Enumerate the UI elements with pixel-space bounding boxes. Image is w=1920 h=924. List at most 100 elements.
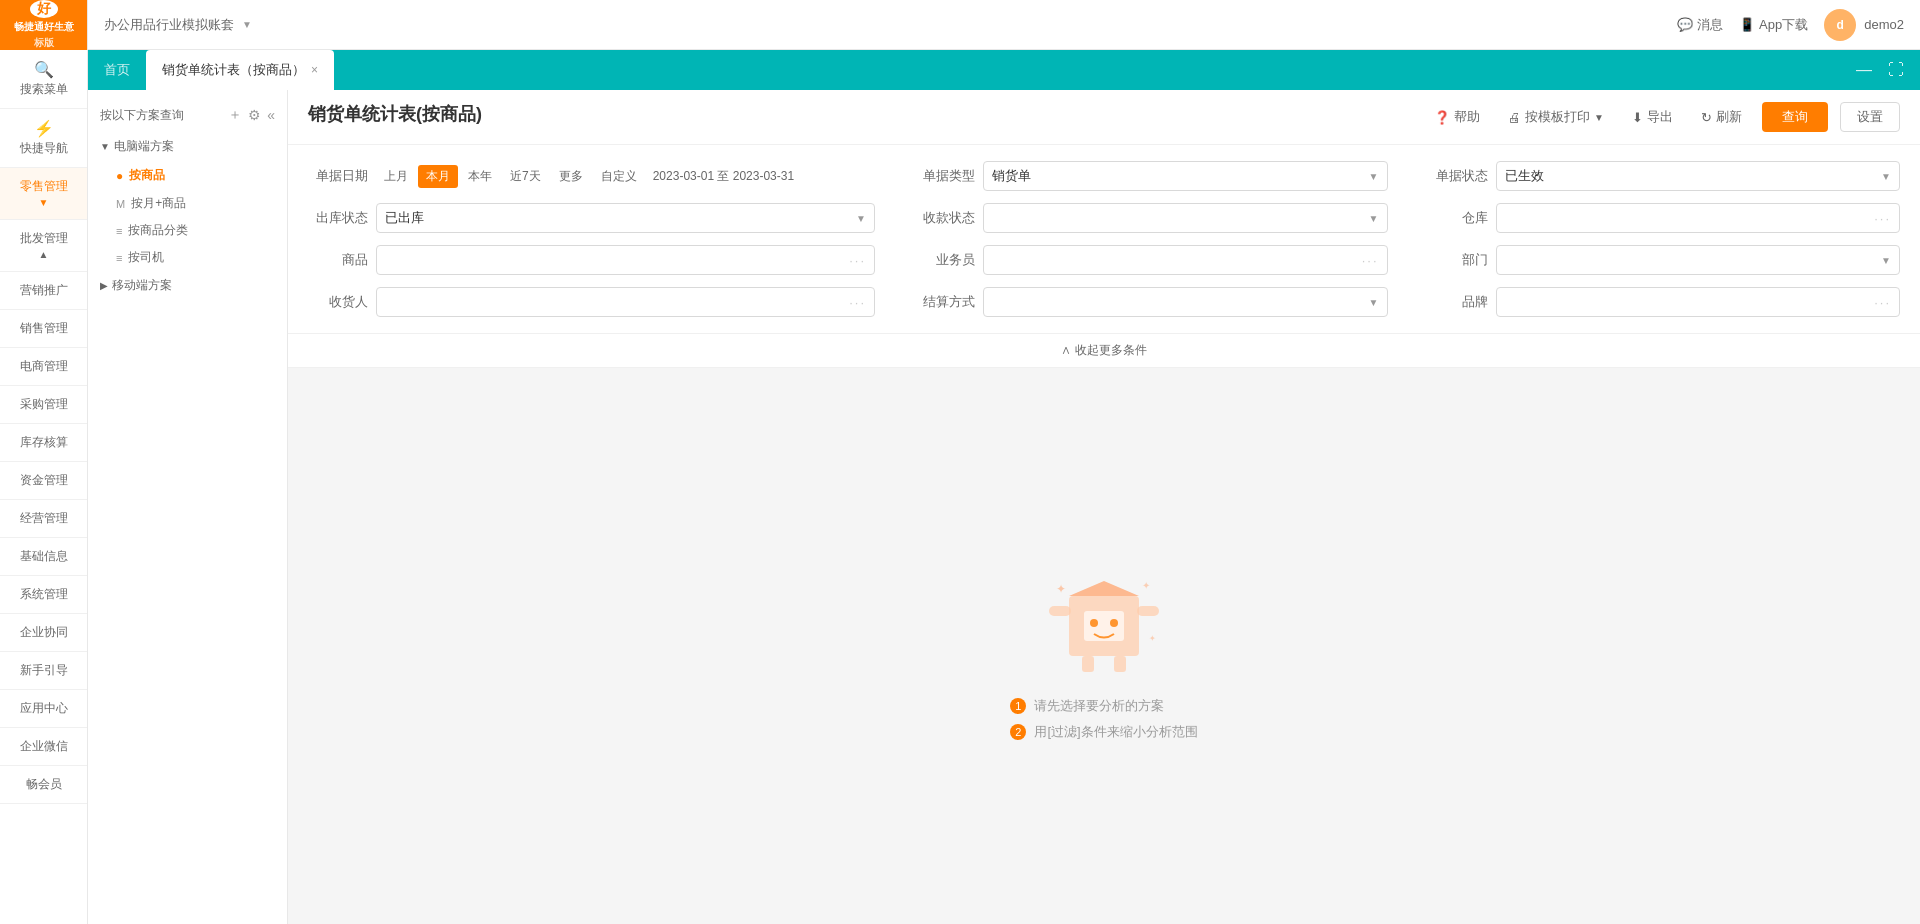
docstatus-value: 已生效 [1505, 167, 1544, 185]
app-download-action[interactable]: 📱 App下载 [1739, 16, 1808, 34]
payment-label: 结算方式 [915, 293, 975, 311]
date-tab-7days[interactable]: 近7天 [502, 165, 549, 188]
date-tab-thismonth[interactable]: 本月 [418, 165, 458, 188]
page-header: 销货单统计表(按商品) ❓ 帮助 🖨 按模板打印 ▼ ⬇ 导出 [288, 90, 1920, 145]
sidebar-item-retail[interactable]: 零售管理 ▼ [0, 168, 87, 220]
tab-home[interactable]: 首页 [88, 50, 146, 90]
goods-category-icon: ≡ [116, 225, 122, 237]
filter-item-month-goods[interactable]: M 按月+商品 [100, 190, 287, 217]
outstatus-input[interactable]: 已出库 ▼ [376, 203, 875, 233]
settings-scheme-icon[interactable]: ⚙ [248, 107, 261, 123]
goods-active-icon: ● [116, 169, 123, 183]
receivestatus-arrow: ▼ [1369, 213, 1379, 224]
collapse-sidebar-icon[interactable]: « [267, 107, 275, 123]
mobile-scheme-group[interactable]: ▶ 移动端方案 [88, 271, 287, 300]
salesperson-input[interactable]: ··· [983, 245, 1388, 275]
marketing-label: 营销推广 [4, 282, 83, 299]
date-tab-custom[interactable]: 自定义 [593, 165, 645, 188]
doctype-value: 销货单 [992, 167, 1031, 185]
brand-input[interactable]: ··· [1496, 287, 1901, 317]
add-scheme-icon[interactable]: ＋ [228, 106, 242, 124]
mobile-group-arrow: ▶ [100, 280, 108, 291]
sidebar-item-wholesale[interactable]: 批发管理 ▲ [0, 220, 87, 272]
svg-text:✦: ✦ [1149, 634, 1156, 643]
date-range: 2023-03-01 至 2023-03-31 [653, 168, 794, 185]
date-tab-more[interactable]: 更多 [551, 165, 591, 188]
sidebar-item-member[interactable]: 畅会员 [0, 766, 87, 804]
sidebar-item-ecom[interactable]: 电商管理 [0, 348, 87, 386]
export-btn[interactable]: ⬇ 导出 [1624, 104, 1681, 130]
sidebar-item-search[interactable]: 🔍 搜索菜单 [0, 50, 87, 109]
docstatus-input[interactable]: 已生效 ▼ [1496, 161, 1901, 191]
dept-arrow: ▼ [1881, 255, 1891, 266]
sidebar-item-purchase[interactable]: 采购管理 [0, 386, 87, 424]
settings-btn[interactable]: 设置 [1840, 102, 1900, 132]
sidebar-item-stock[interactable]: 库存核算 [0, 424, 87, 462]
payment-arrow: ▼ [1369, 297, 1379, 308]
newbie-label: 新手引导 [4, 662, 83, 679]
sidebar-item-corpwx[interactable]: 企业微信 [0, 728, 87, 766]
tab-maximize-icon[interactable]: ⛶ [1884, 57, 1908, 83]
header-dropdown-icon[interactable]: ▼ [242, 19, 252, 30]
user-action[interactable]: d demo2 [1824, 9, 1904, 41]
empty-state: ✦ ✦ ✦ 1 请先选择要分析的方案 2 用[过滤]条件来缩小分析范围 [288, 368, 1920, 924]
tab-sales-stats[interactable]: 销货单统计表（按商品） × [146, 50, 334, 90]
dept-field: 部门 ▼ [1428, 245, 1901, 275]
receivestatus-field: 收款状态 ▼ [915, 203, 1388, 233]
svg-rect-6 [1114, 656, 1126, 672]
svg-rect-5 [1082, 656, 1094, 672]
left-sidebar: 好 畅捷通好生意 标版 🔍 搜索菜单 ⚡ 快捷导航 零售管理 ▼ 批发管理 ▲ … [0, 0, 88, 924]
pc-scheme-group[interactable]: ▼ 电脑端方案 [88, 132, 287, 161]
filter-item-by-goods[interactable]: ● 按商品 [88, 161, 287, 190]
header-right: 💬 消息 📱 App下载 d demo2 [1677, 9, 1904, 41]
query-btn[interactable]: 查询 [1762, 102, 1828, 132]
help-icon: ❓ [1434, 110, 1450, 125]
sidebar-item-operation[interactable]: 经营管理 [0, 500, 87, 538]
warehouse-dots: ··· [1874, 211, 1891, 226]
template-print-btn[interactable]: 🖨 按模板打印 ▼ [1500, 104, 1612, 130]
collapse-bar[interactable]: ∧ 收起更多条件 [288, 334, 1920, 368]
stock-label: 库存核算 [4, 434, 83, 451]
receiver-input[interactable]: ··· [376, 287, 875, 317]
top-header: 办公用品行业模拟账套 ▼ 💬 消息 📱 App下载 d demo2 [88, 0, 1920, 50]
app-logo: 好 畅捷通好生意 标版 [0, 0, 87, 50]
filter-item-goods-category[interactable]: ≡ 按商品分类 [100, 217, 287, 244]
sidebar-quicknav-label: 快捷导航 [4, 140, 83, 157]
wholesale-arrow: ▲ [39, 249, 49, 260]
pc-group-arrow: ▼ [100, 141, 110, 152]
message-action[interactable]: 💬 消息 [1677, 16, 1723, 34]
refresh-btn[interactable]: ↻ 刷新 [1693, 104, 1750, 130]
print-arrow: ▼ [1594, 112, 1604, 123]
driver-icon: ≡ [116, 252, 122, 264]
app-download-icon: 📱 [1739, 17, 1755, 32]
empty-tip-2: 2 用[过滤]条件来缩小分析范围 [1010, 723, 1197, 741]
warehouse-input[interactable]: ··· [1496, 203, 1901, 233]
main-content: 销货单统计表(按商品) ❓ 帮助 🖨 按模板打印 ▼ ⬇ 导出 [288, 90, 1920, 924]
sidebar-item-quicknav[interactable]: ⚡ 快捷导航 [0, 109, 87, 168]
sidebar-item-system[interactable]: 系统管理 [0, 576, 87, 614]
sidebar-item-corp[interactable]: 企业协同 [0, 614, 87, 652]
sidebar-item-newbie[interactable]: 新手引导 [0, 652, 87, 690]
help-btn[interactable]: ❓ 帮助 [1426, 104, 1488, 130]
sidebar-item-finance[interactable]: 资金管理 [0, 462, 87, 500]
message-label: 消息 [1697, 16, 1723, 34]
filter-item-driver[interactable]: ≡ 按司机 [100, 244, 287, 271]
date-tabs: 上月 本月 本年 近7天 更多 自定义 [376, 165, 645, 188]
sidebar-item-appcenter[interactable]: 应用中心 [0, 690, 87, 728]
tab-close-icon[interactable]: × [311, 63, 318, 77]
doctype-field: 单据类型 销货单 ▼ [915, 161, 1388, 191]
dept-input[interactable]: ▼ [1496, 245, 1901, 275]
sidebar-item-basic[interactable]: 基础信息 [0, 538, 87, 576]
goods-input[interactable]: ··· [376, 245, 875, 275]
tab-minimize-icon[interactable]: — [1852, 57, 1876, 83]
outstatus-label: 出库状态 [308, 209, 368, 227]
date-tab-thisyear[interactable]: 本年 [460, 165, 500, 188]
doctype-input[interactable]: 销货单 ▼ [983, 161, 1388, 191]
brand-label: 品牌 [1428, 293, 1488, 311]
sidebar-item-sales[interactable]: 销售管理 [0, 310, 87, 348]
filter-form: 单据日期 上月 本月 本年 近7天 更多 自定义 2023-03-01 至 20… [288, 145, 1920, 334]
sidebar-item-marketing[interactable]: 营销推广 [0, 272, 87, 310]
date-tab-lastmonth[interactable]: 上月 [376, 165, 416, 188]
receivestatus-input[interactable]: ▼ [983, 203, 1388, 233]
payment-input[interactable]: ▼ [983, 287, 1388, 317]
